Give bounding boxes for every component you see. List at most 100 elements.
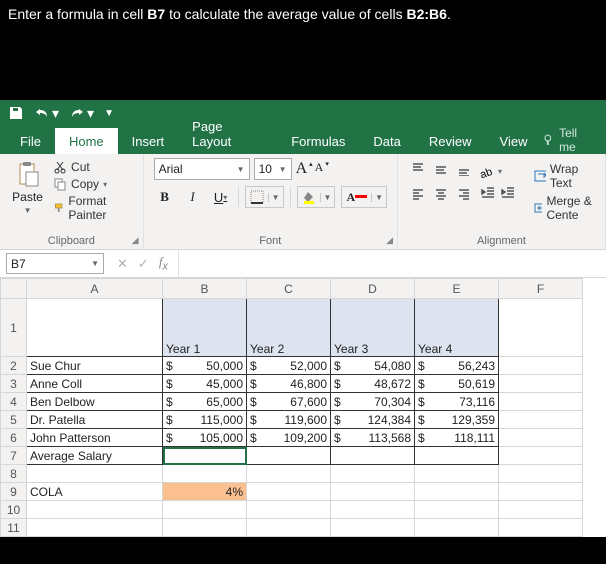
qat-customize[interactable]: ▼	[104, 108, 114, 119]
row-header[interactable]: 9	[1, 483, 27, 501]
format-painter-button[interactable]: Format Painter	[53, 194, 133, 222]
cell[interactable]	[27, 465, 163, 483]
cell[interactable]: $70,304	[331, 393, 415, 411]
cell[interactable]: Ben Delbow	[27, 393, 163, 411]
cell[interactable]	[499, 447, 583, 465]
save-button[interactable]	[8, 105, 24, 121]
cell[interactable]	[499, 411, 583, 429]
cell[interactable]: $109,200	[247, 429, 331, 447]
cell[interactable]	[415, 465, 499, 483]
row-header[interactable]: 3	[1, 375, 27, 393]
copy-button[interactable]: Copy ▾	[53, 177, 133, 191]
cell[interactable]	[247, 483, 331, 501]
select-all-corner[interactable]	[1, 279, 27, 299]
cell[interactable]	[331, 483, 415, 501]
cell[interactable]: $129,359	[415, 411, 499, 429]
name-box[interactable]: B7▼	[6, 253, 104, 274]
cell[interactable]: $118,111	[415, 429, 499, 447]
cell[interactable]	[247, 447, 331, 465]
align-center-button[interactable]	[431, 183, 451, 205]
row-header[interactable]: 5	[1, 411, 27, 429]
shrink-font-button[interactable]: A	[315, 160, 324, 178]
col-header-e[interactable]: E	[415, 279, 499, 299]
cell[interactable]	[415, 501, 499, 519]
cell[interactable]: $124,384	[331, 411, 415, 429]
cell[interactable]: $113,568	[331, 429, 415, 447]
col-header-b[interactable]: B	[163, 279, 247, 299]
formula-input[interactable]	[178, 250, 606, 277]
cell[interactable]: $46,800	[247, 375, 331, 393]
cell[interactable]	[499, 429, 583, 447]
cell[interactable]: Year 2	[247, 299, 331, 357]
orientation-button[interactable]: ab▾	[480, 165, 516, 179]
cell-b7-selected[interactable]	[163, 447, 247, 465]
align-bottom-button[interactable]	[454, 158, 474, 180]
cell[interactable]: $105,000	[163, 429, 247, 447]
row-header[interactable]: 1	[1, 299, 27, 357]
cell[interactable]	[331, 501, 415, 519]
cell[interactable]	[415, 483, 499, 501]
font-launcher-icon[interactable]: ◢	[386, 235, 393, 246]
cell[interactable]	[27, 501, 163, 519]
cell[interactable]	[499, 483, 583, 501]
cell[interactable]: John Patterson	[27, 429, 163, 447]
row-header[interactable]: 2	[1, 357, 27, 375]
cell[interactable]: 4%	[163, 483, 247, 501]
tab-insert[interactable]: Insert	[118, 128, 179, 154]
cell[interactable]: Year 1	[163, 299, 247, 357]
merge-center-button[interactable]: Merge & Cente	[534, 194, 595, 222]
cell[interactable]	[247, 519, 331, 537]
tell-me-search[interactable]: Tell me	[541, 126, 600, 154]
cell[interactable]	[499, 501, 583, 519]
cell[interactable]: $52,000	[247, 357, 331, 375]
cell[interactable]	[331, 465, 415, 483]
cell[interactable]: $115,000	[163, 411, 247, 429]
redo-button[interactable]: ▾	[69, 105, 94, 122]
row-header[interactable]: 11	[1, 519, 27, 537]
cell[interactable]	[415, 519, 499, 537]
cell[interactable]: Year 3	[331, 299, 415, 357]
row-header[interactable]: 10	[1, 501, 27, 519]
cell[interactable]: $73,116	[415, 393, 499, 411]
tab-home[interactable]: Home	[55, 128, 118, 154]
cell[interactable]: $48,672	[331, 375, 415, 393]
align-middle-button[interactable]	[431, 158, 451, 180]
wrap-text-button[interactable]: Wrap Text	[534, 162, 595, 190]
col-header-a[interactable]: A	[27, 279, 163, 299]
cell[interactable]	[247, 465, 331, 483]
cell[interactable]	[163, 465, 247, 483]
cell[interactable]: $67,600	[247, 393, 331, 411]
enter-formula-icon[interactable]: ✓	[138, 256, 149, 272]
cell[interactable]: Dr. Patella	[27, 411, 163, 429]
fx-icon[interactable]: fx	[159, 254, 168, 273]
font-name-select[interactable]: Arial▼	[154, 158, 250, 180]
undo-button[interactable]: ▾	[34, 105, 59, 122]
cell[interactable]: $50,619	[415, 375, 499, 393]
cell[interactable]	[415, 447, 499, 465]
col-header-d[interactable]: D	[331, 279, 415, 299]
cell[interactable]	[499, 393, 583, 411]
cell[interactable]	[163, 501, 247, 519]
cell[interactable]	[247, 501, 331, 519]
cell[interactable]	[163, 519, 247, 537]
cell[interactable]: Anne Coll	[27, 375, 163, 393]
align-top-button[interactable]	[408, 158, 428, 180]
cell[interactable]	[499, 519, 583, 537]
underline-button[interactable]: U ▾	[210, 186, 232, 208]
decrease-indent-button[interactable]	[480, 185, 496, 199]
tab-page-layout[interactable]: Page Layout	[178, 113, 277, 154]
paste-button[interactable]: Paste ▼	[10, 158, 45, 217]
cell[interactable]	[331, 519, 415, 537]
cell[interactable]: $56,243	[415, 357, 499, 375]
tab-formulas[interactable]: Formulas	[277, 128, 359, 154]
align-right-button[interactable]	[454, 183, 474, 205]
italic-button[interactable]: I	[182, 186, 204, 208]
cell[interactable]	[27, 299, 163, 357]
tab-data[interactable]: Data	[359, 128, 414, 154]
cell[interactable]: $50,000	[163, 357, 247, 375]
cell[interactable]: Sue Chur	[27, 357, 163, 375]
cell[interactable]: $54,080	[331, 357, 415, 375]
cell[interactable]: Year 4	[415, 299, 499, 357]
cell[interactable]: COLA	[27, 483, 163, 501]
cell[interactable]	[499, 465, 583, 483]
